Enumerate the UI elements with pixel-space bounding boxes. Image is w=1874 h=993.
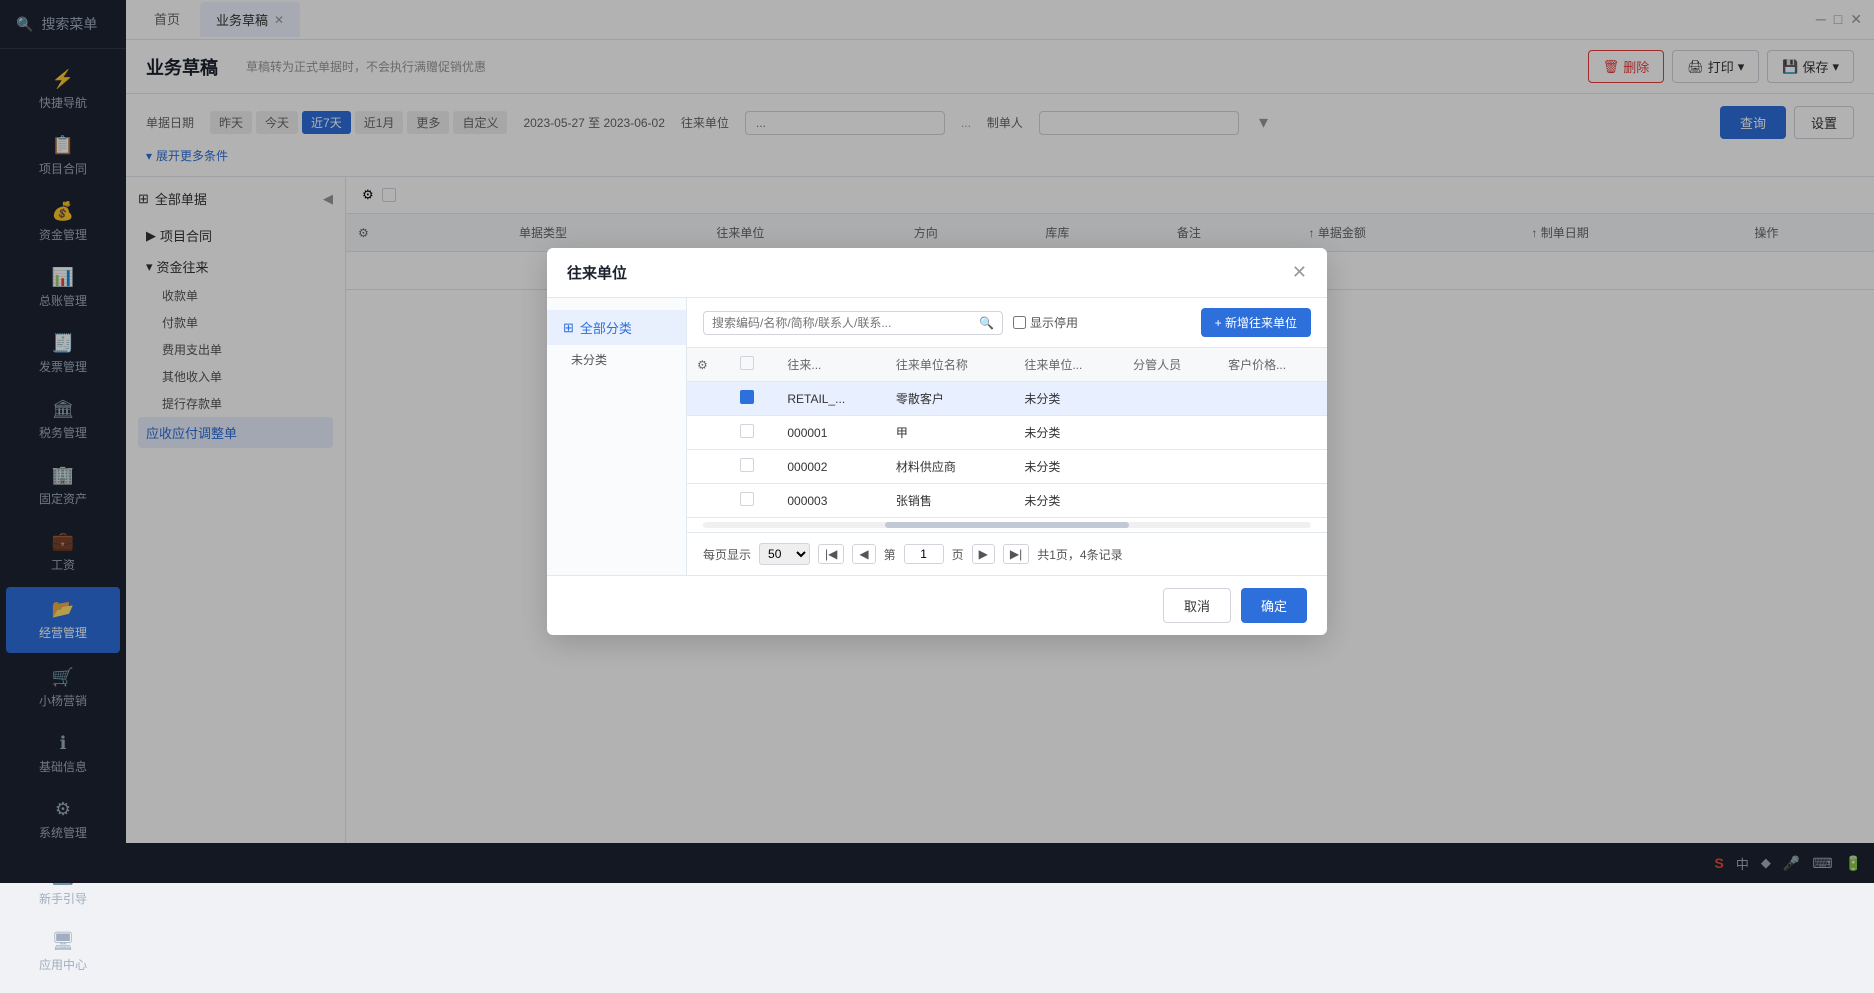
dialog-sidebar-uncategorized[interactable]: 未分类 [547,345,686,374]
dialog-search-box[interactable]: 🔍 [703,311,1003,335]
confirm-button[interactable]: 确定 [1241,588,1307,623]
dialog-table-wrap: ⚙ 往来... 往来单位名称 往来单位... 分管人员 客户价格... [687,348,1327,532]
dialog-table: ⚙ 往来... 往来单位名称 往来单位... 分管人员 客户价格... [687,348,1327,518]
dialog-table-row[interactable]: 000001 甲 未分类 [687,416,1327,450]
row-salesman [1123,450,1218,484]
row-code: 000002 [777,450,886,484]
dialog-sidebar: ⊞ 全部分类 未分类 [547,298,687,575]
prev-page-btn[interactable]: ◀ [852,544,875,564]
search-icon: 🔍 [979,316,994,330]
per-page-label: 每页显示 [703,546,751,563]
row-category: 未分类 [1014,484,1123,518]
first-page-btn[interactable]: |◀ [818,544,844,564]
row-select-checkbox[interactable] [740,424,754,438]
scrollbar-thumb[interactable] [885,522,1128,528]
row-name: 张销售 [886,484,1014,518]
counterpart-dialog: 往来单位 ✕ ⊞ 全部分类 未分类 🔍 [547,248,1327,635]
row-salesman [1123,416,1218,450]
row-name: 零散客户 [886,382,1014,416]
row-price-level [1218,484,1327,518]
row-checkbox [730,450,777,484]
dialog-toolbar: 🔍 显示停用 + 新增往来单位 [687,298,1327,348]
sidebar-item-label: 应用中心 [39,956,87,973]
dialog-table-row[interactable]: 000003 张销售 未分类 [687,484,1327,518]
col-name: 往来单位名称 [886,348,1014,382]
row-code: 000003 [777,484,886,518]
total-text: 共1页，4条记录 [1037,546,1122,563]
horizontal-scrollbar[interactable] [703,522,1311,528]
dialog-table-row[interactable]: 000002 材料供应商 未分类 [687,450,1327,484]
cancel-button[interactable]: 取消 [1163,588,1231,623]
col-checkbox [730,348,777,382]
row-settings [687,484,730,518]
row-select-checkbox[interactable] [740,458,754,472]
dialog-pagination: 每页显示 50 100 |◀ ◀ 第 页 ▶ ▶| 共1页，4条记录 [687,532,1327,575]
dialog-table-header: ⚙ 往来... 往来单位名称 往来单位... 分管人员 客户价格... [687,348,1327,382]
select-all-checkbox[interactable] [740,356,754,370]
grid-icon: ⊞ [563,320,574,336]
row-select-checkbox[interactable] [740,390,754,404]
row-salesman [1123,382,1218,416]
row-checkbox [730,416,777,450]
dialog-overlay: 往来单位 ✕ ⊞ 全部分类 未分类 🔍 [0,0,1874,883]
dialog-body: ⊞ 全部分类 未分类 🔍 显示停用 [547,298,1327,575]
row-settings [687,416,730,450]
row-code: RETAIL_... [777,382,886,416]
dialog-search-input[interactable] [712,316,979,330]
add-contact-button[interactable]: + 新增往来单位 [1201,308,1311,337]
sidebar-item-label: 新手引导 [39,890,87,907]
dialog-main: 🔍 显示停用 + 新增往来单位 ⚙ [687,298,1327,575]
row-settings [687,450,730,484]
row-price-level [1218,416,1327,450]
sidebar-item-app-center[interactable]: 🖥 应用中心 [0,919,126,985]
row-settings [687,382,730,416]
page-label: 第 [884,546,896,563]
col-category: 往来单位... [1014,348,1123,382]
col-salesman: 分管人员 [1123,348,1218,382]
row-name: 甲 [886,416,1014,450]
row-name: 材料供应商 [886,450,1014,484]
dialog-close-btn[interactable]: ✕ [1292,262,1307,283]
row-select-checkbox[interactable] [740,492,754,506]
show-disabled-checkbox[interactable] [1013,316,1026,329]
row-checkbox [730,484,777,518]
dialog-title: 往来单位 [567,262,627,283]
dialog-sidebar-all-categories[interactable]: ⊞ 全部分类 [547,310,686,345]
last-page-btn[interactable]: ▶| [1003,544,1029,564]
row-code: 000001 [777,416,886,450]
per-page-select[interactable]: 50 100 [759,543,810,565]
row-category: 未分类 [1014,382,1123,416]
show-disabled-label: 显示停用 [1013,314,1078,331]
next-page-btn[interactable]: ▶ [972,544,995,564]
row-checkbox [730,382,777,416]
row-salesman [1123,484,1218,518]
page-suffix: 页 [952,546,964,563]
col-price-level: 客户价格... [1218,348,1327,382]
row-category: 未分类 [1014,450,1123,484]
row-price-level [1218,382,1327,416]
col-code: 往来... [777,348,886,382]
page-input[interactable] [904,544,944,564]
dialog-table-row[interactable]: RETAIL_... 零散客户 未分类 [687,382,1327,416]
col-settings: ⚙ [687,348,730,382]
dialog-footer: 取消 确定 [547,575,1327,635]
row-category: 未分类 [1014,416,1123,450]
app-center-icon: 🖥 [52,931,75,952]
dialog-header: 往来单位 ✕ [547,248,1327,298]
row-price-level [1218,450,1327,484]
